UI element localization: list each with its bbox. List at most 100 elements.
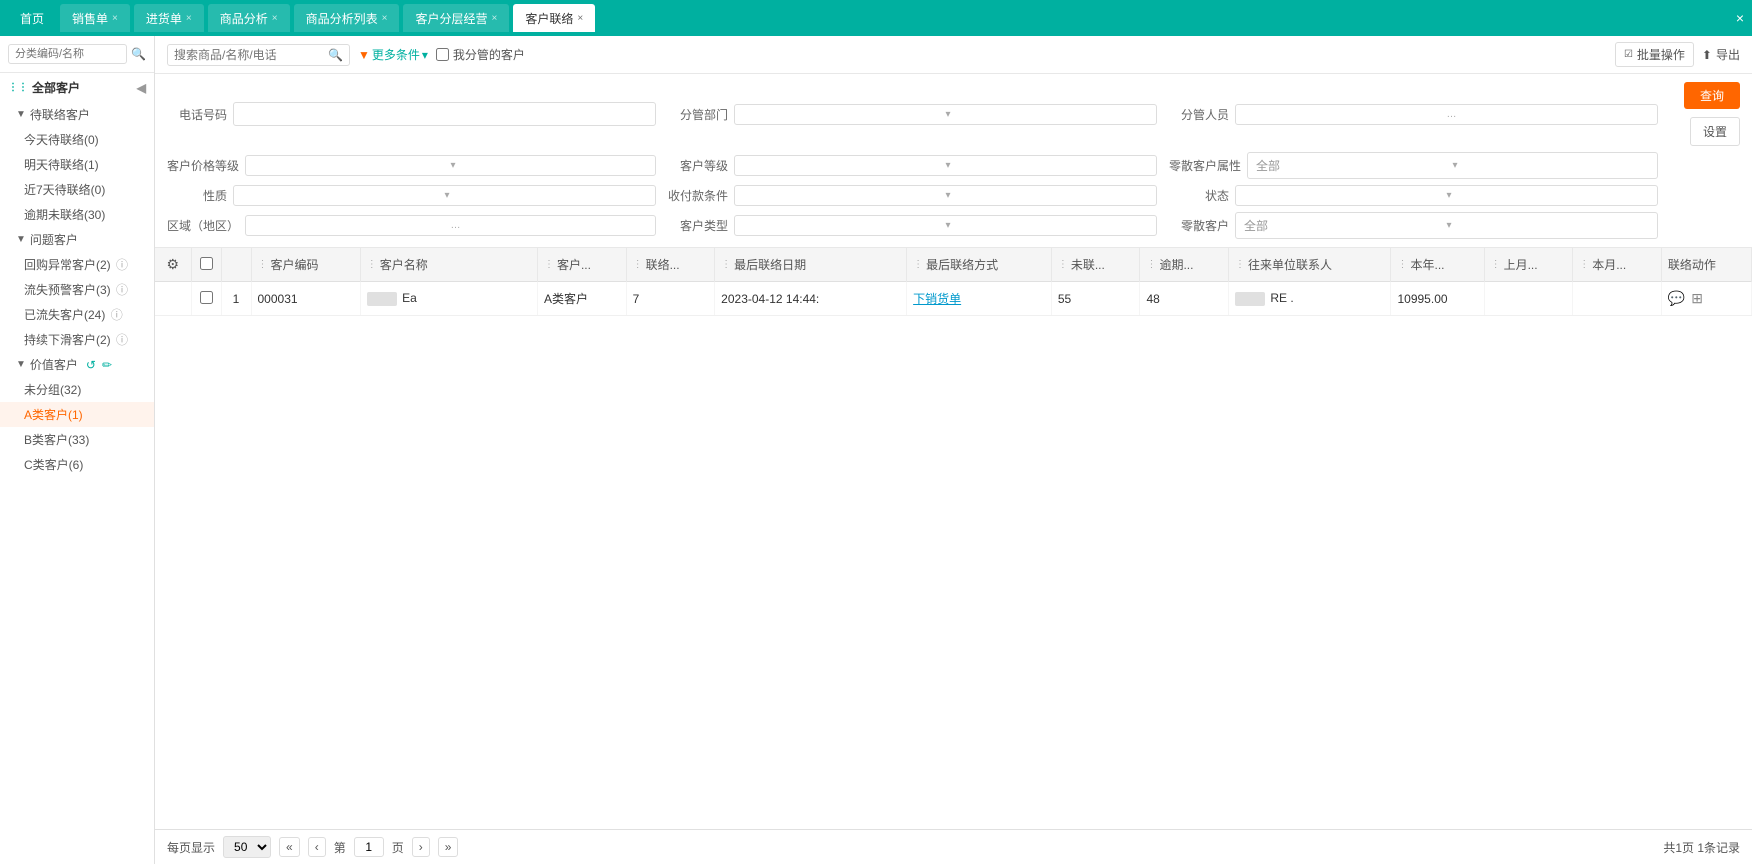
chat-icon[interactable]: 💬 <box>1668 290 1685 307</box>
filter-row-4: 区域（地区） … 客户类型 ▾ 零散客户 全部 <box>167 212 1740 239</box>
nav-tab-analysis-list[interactable]: 商品分析列表 × <box>294 4 400 32</box>
sidebar-item-abnormal[interactable]: 回购异常客户(2) ⓘ <box>0 252 154 277</box>
close-sales-tab[interactable]: × <box>112 13 118 24</box>
sidebar-all-customers[interactable]: ⋮⋮ 全部客户 ◀ <box>0 73 154 102</box>
retail-attr-select[interactable]: 全部 ▾ <box>1247 152 1658 179</box>
retail-customer-select[interactable]: 全部 ▾ <box>1235 212 1658 239</box>
home-label: 首页 <box>20 10 44 27</box>
row-last-method: 下销货单 <box>907 282 1052 316</box>
select-all-checkbox[interactable] <box>200 257 213 270</box>
batch-op-btn[interactable]: ☑ 批量操作 <box>1615 42 1694 67</box>
phone-input[interactable] <box>233 102 656 126</box>
filter-search-input[interactable] <box>174 48 324 62</box>
page-label: 第 <box>334 839 346 856</box>
sidebar-item-warning[interactable]: 流失预警客户(3) ⓘ <box>0 277 154 302</box>
qr-icon[interactable]: ⊞ <box>1691 290 1703 307</box>
sidebar-problem-header[interactable]: ▼ 问题客户 <box>0 227 154 252</box>
manager-select[interactable]: … <box>1235 104 1658 125</box>
price-level-select[interactable]: ▾ <box>245 155 656 176</box>
status-select[interactable]: ▾ <box>1235 185 1658 206</box>
close-purchase-tab[interactable]: × <box>186 13 192 24</box>
retail-attr-label: 零散客户属性 <box>1169 157 1241 174</box>
col-name-header[interactable]: ⋮ 客户名称 <box>360 248 537 282</box>
row-name: Ea <box>360 282 537 316</box>
col-overdue-header[interactable]: ⋮ 逾期... <box>1140 248 1229 282</box>
row-gear <box>155 282 191 316</box>
close-customer-contact-tab[interactable]: × <box>577 13 583 24</box>
col-last-date-header[interactable]: ⋮ 最后联络日期 <box>715 248 907 282</box>
close-all-btn[interactable]: × <box>1736 10 1744 26</box>
col-unit-contact-header[interactable]: ⋮ 往来单位联系人 <box>1229 248 1391 282</box>
sidebar-item-class-b[interactable]: B类客户(33) <box>0 427 154 452</box>
filter-status: 状态 ▾ <box>1169 185 1658 206</box>
filter-search-box[interactable]: 🔍 <box>167 44 350 66</box>
manager-label: 分管人员 <box>1169 106 1229 123</box>
region-select[interactable]: … <box>245 215 656 236</box>
tab-analysis-list-label: 商品分析列表 <box>306 10 378 27</box>
nav-tab-purchase[interactable]: 进货单 × <box>134 4 204 32</box>
sidebar-item-class-c[interactable]: C类客户(6) <box>0 452 154 477</box>
col-last-month-header[interactable]: ⋮ 上月... <box>1484 248 1573 282</box>
close-analysis-tab[interactable]: × <box>272 13 278 24</box>
sidebar-search-icon[interactable]: 🔍 <box>131 47 146 61</box>
row-checkbox <box>191 282 221 316</box>
col-last-method-header[interactable]: ⋮ 最后联络方式 <box>907 248 1052 282</box>
filter-more-label: 更多条件 <box>372 46 420 63</box>
sidebar-item-7days[interactable]: 近7天待联络(0) <box>0 177 154 202</box>
filter-search-icon[interactable]: 🔍 <box>328 48 343 62</box>
customer-type-select[interactable]: ▾ <box>734 215 1157 236</box>
close-customer-segment-tab[interactable]: × <box>491 13 497 24</box>
export-btn[interactable]: ⬆ 导出 <box>1702 46 1740 63</box>
sidebar-item-ungroup[interactable]: 未分组(32) <box>0 377 154 402</box>
payment-select[interactable]: ▾ <box>734 185 1157 206</box>
col-contact-header[interactable]: ⋮ 联络... <box>626 248 715 282</box>
filter-region: 区域（地区） … <box>167 215 656 236</box>
sidebar-item-declining[interactable]: 持续下滑客户(2) ⓘ <box>0 327 154 352</box>
filter-more-btn[interactable]: ▼ 更多条件 ▾ <box>358 46 428 63</box>
nav-tab-customer-contact[interactable]: 客户联络 × <box>513 4 595 32</box>
col-type-header[interactable]: ⋮ 客户... <box>537 248 626 282</box>
filter-nature: 性质 ▾ <box>167 185 656 206</box>
col-this-month-header[interactable]: ⋮ 本月... <box>1573 248 1662 282</box>
table-gear-icon[interactable]: ⚙ <box>166 256 179 272</box>
customer-level-select[interactable]: ▾ <box>734 155 1157 176</box>
filter-payment: 收付款条件 ▾ <box>668 185 1157 206</box>
col-code-header[interactable]: ⋮ 客户编码 <box>251 248 360 282</box>
sidebar-item-today[interactable]: 今天待联络(0) <box>0 127 154 152</box>
nav-tab-customer-segment[interactable]: 客户分层经营 × <box>403 4 509 32</box>
settings-button[interactable]: 设置 <box>1690 117 1740 146</box>
row-num: 1 <box>221 282 251 316</box>
nav-tab-sales[interactable]: 销售单 × <box>60 4 130 32</box>
query-button[interactable]: 查询 <box>1684 82 1740 109</box>
dept-select[interactable]: ▾ <box>734 104 1157 125</box>
sidebar-item-lost[interactable]: 已流失客户(24) ⓘ <box>0 302 154 327</box>
next-page-btn[interactable]: › <box>412 837 430 857</box>
close-analysis-list-tab[interactable]: × <box>382 13 388 24</box>
sidebar-item-tomorrow[interactable]: 明天待联络(1) <box>0 152 154 177</box>
sidebar-search-input[interactable] <box>8 44 127 64</box>
sidebar-pending-header[interactable]: ▼ 待联络客户 <box>0 102 154 127</box>
nav-home[interactable]: 首页 <box>8 4 56 32</box>
last-page-btn[interactable]: » <box>438 837 459 857</box>
prev-page-btn[interactable]: ‹ <box>308 837 326 857</box>
col-no-contact-header[interactable]: ⋮ 未联... <box>1051 248 1140 282</box>
sidebar-item-overdue[interactable]: 逾期未联络(30) <box>0 202 154 227</box>
first-page-btn[interactable]: « <box>279 837 300 857</box>
sidebar-value-header[interactable]: ▼ 价值客户 ↺ ✏ <box>0 352 154 377</box>
sidebar-item-class-a[interactable]: A类客户(1) <box>0 402 154 427</box>
pending-label: 待联络客户 <box>30 106 90 123</box>
col-gear[interactable]: ⚙ <box>155 248 191 282</box>
advanced-filters: 电话号码 分管部门 ▾ 分管人员 … <box>155 74 1752 248</box>
nav-tab-analysis[interactable]: 商品分析 × <box>208 4 290 32</box>
filter-more-arrow: ▾ <box>422 48 428 62</box>
table-row: 1 000031 Ea A类客户 7 <box>155 282 1752 316</box>
per-page-select[interactable]: 50 <box>223 836 271 858</box>
sidebar-collapse-btn[interactable]: ◀ <box>137 81 146 95</box>
sidebar-search-area: 🔍 <box>0 36 154 73</box>
nature-select[interactable]: ▾ <box>233 185 656 206</box>
my-customers-checkbox[interactable] <box>436 48 449 61</box>
last-method-link[interactable]: 下销货单 <box>913 292 961 306</box>
page-input[interactable] <box>354 837 384 857</box>
col-this-year-header[interactable]: ⋮ 本年... <box>1391 248 1484 282</box>
row-select-checkbox[interactable] <box>200 291 213 304</box>
